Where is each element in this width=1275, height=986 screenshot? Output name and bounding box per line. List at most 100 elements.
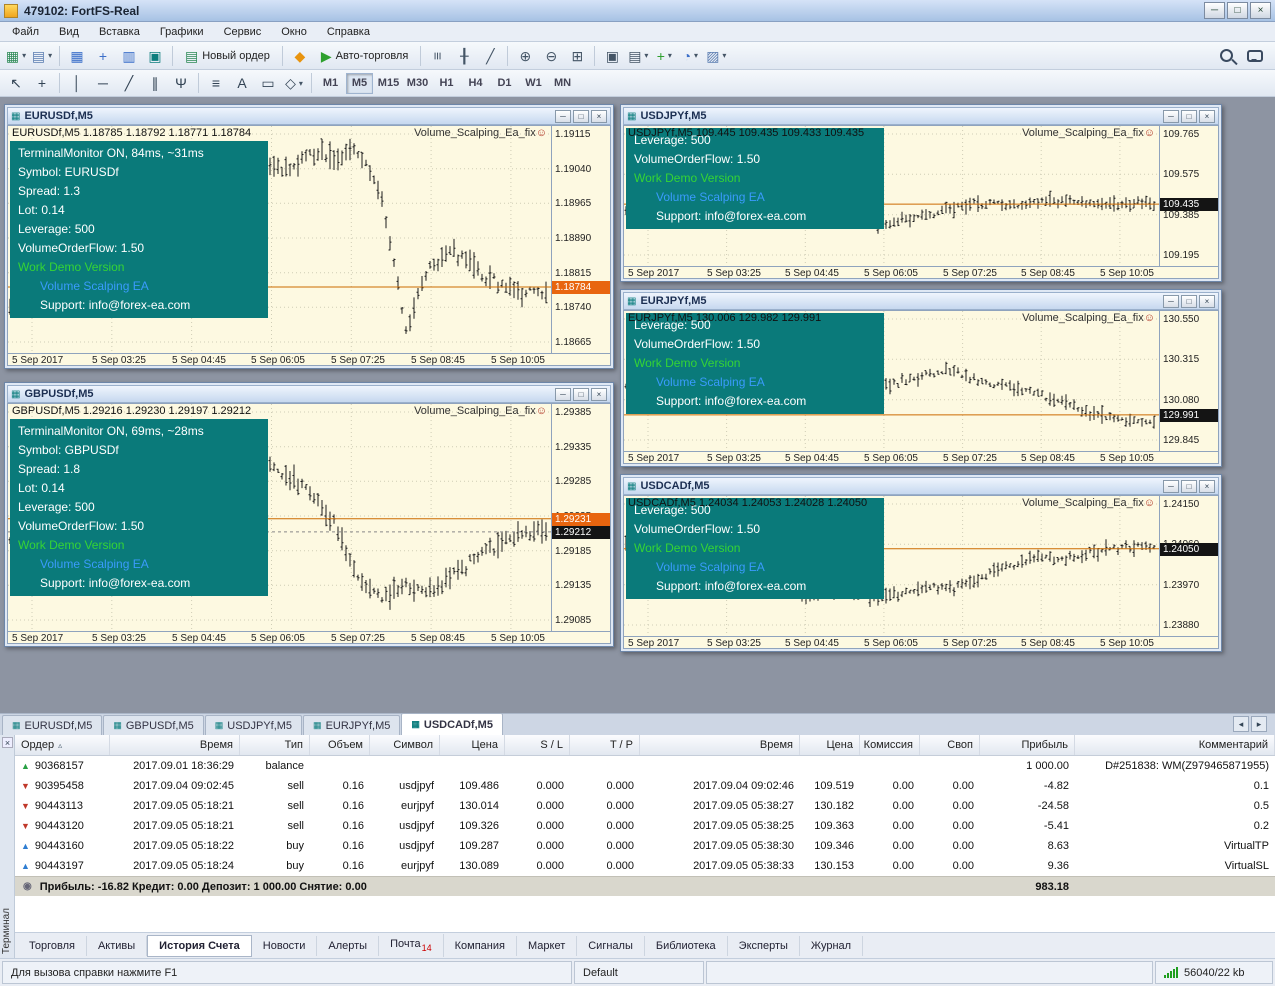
- new-order-button[interactable]: ▤ Новый ордер: [178, 44, 277, 67]
- chart-titlebar[interactable]: ▦ USDCADf,M5 ─ □ ×: [623, 477, 1219, 495]
- history-row[interactable]: ▲ 90368157 2017.09.01 18:36:29 balance 1 000…: [15, 756, 1275, 776]
- terminal-tab-сигналы[interactable]: Сигналы: [577, 935, 645, 956]
- menu-insert[interactable]: Вставка: [89, 24, 150, 40]
- history-row[interactable]: ▼ 90443113 2017.09.05 05:18:21 sell 0.16 eurj…: [15, 796, 1275, 816]
- terminal-tab-новости[interactable]: Новости: [252, 935, 318, 956]
- menu-window[interactable]: Окно: [271, 24, 317, 40]
- titlebar[interactable]: 479102: FortFS-Real ─ □ ×: [0, 0, 1275, 22]
- chart-tab-usdjpyf[interactable]: ▦ USDJPYf,M5: [204, 715, 303, 735]
- chart-tab-eurusdf[interactable]: ▦ EURUSDf,M5: [2, 715, 103, 735]
- chart-tab-eurjpyf[interactable]: ▦ EURJPYf,M5: [303, 715, 401, 735]
- chart-close-button[interactable]: ×: [591, 109, 607, 123]
- tab-scroll-right-icon[interactable]: ▸: [1251, 716, 1267, 732]
- terminal-tab-библиотека[interactable]: Библиотека: [645, 935, 728, 956]
- timeframe-d1-button[interactable]: D1: [491, 73, 518, 94]
- menu-view[interactable]: Вид: [49, 24, 89, 40]
- chart-window-gbpusd[interactable]: ▦ GBPUSDf,M5 ─ □ × TerminalMonitor ON, 69ms, …: [4, 382, 614, 647]
- chart-window-eurjpy[interactable]: ▦ EURJPYf,M5 ─ □ × Leverage: 500 VolumeOrderFl…: [620, 289, 1222, 467]
- column-header-price2[interactable]: Цена: [800, 735, 860, 755]
- search-icon[interactable]: [1220, 49, 1233, 62]
- tab-scroll-left-icon[interactable]: ◂: [1233, 716, 1249, 732]
- trendline-button[interactable]: ╱: [117, 72, 141, 95]
- window-restore-button[interactable]: □: [1227, 2, 1248, 19]
- terminal-tab-журнал[interactable]: Журнал: [800, 935, 864, 956]
- time-axis[interactable]: 5 Sep 2017 5 Sep 03:25 5 Sep 04:45 5 Sep 06…: [624, 451, 1218, 463]
- chart-minimize-button[interactable]: ─: [555, 387, 571, 401]
- menu-help[interactable]: Справка: [317, 24, 380, 40]
- chart-restore-button[interactable]: □: [573, 387, 589, 401]
- chart-plot-area[interactable]: Leverage: 500 VolumeOrderFlow: 1.50 Work D…: [624, 126, 1159, 265]
- timeframe-mn-button[interactable]: MN: [549, 73, 576, 94]
- column-header-sl[interactable]: S / L: [505, 735, 570, 755]
- terminal-tab-эксперты[interactable]: Эксперты: [728, 935, 800, 956]
- periods-button[interactable]: ◔ ▾: [678, 44, 702, 67]
- text-button[interactable]: A: [230, 72, 254, 95]
- terminal-tab-история-счета[interactable]: История Счета: [147, 934, 252, 957]
- indicators-button[interactable]: + ▾: [652, 44, 676, 67]
- profiles-button[interactable]: ▤ ▾: [30, 44, 54, 67]
- terminal-tab-активы[interactable]: Активы: [87, 935, 148, 956]
- crosshair-button[interactable]: +: [30, 72, 54, 95]
- column-header-swap[interactable]: Своп: [920, 735, 980, 755]
- timeframe-m1-button[interactable]: M1: [317, 73, 344, 94]
- chart-titlebar[interactable]: ▦ GBPUSDf,M5 ─ □ ×: [7, 385, 611, 403]
- time-axis[interactable]: 5 Sep 2017 5 Sep 03:25 5 Sep 04:45 5 Sep 06…: [624, 636, 1218, 648]
- market-watch-button[interactable]: ▦: [65, 44, 89, 67]
- vline-button[interactable]: │: [65, 72, 89, 95]
- menu-charts[interactable]: Графики: [150, 24, 214, 40]
- window-close-button[interactable]: ×: [1250, 2, 1271, 19]
- chart-plot-area[interactable]: TerminalMonitor ON, 69ms, ~28ms Symbol: G…: [8, 404, 551, 630]
- shapes-button[interactable]: ◇ ▾: [282, 72, 306, 95]
- cascade-windows-button[interactable]: ▤ ▾: [626, 44, 650, 67]
- templates-button[interactable]: ▨ ▾: [704, 44, 728, 67]
- chart-tab-usdcadf[interactable]: ▦ USDCADf,M5: [401, 713, 503, 735]
- column-header-comment[interactable]: Комментарий: [1075, 735, 1275, 755]
- column-header-profit[interactable]: Прибыль: [980, 735, 1075, 755]
- price-axis[interactable]: 1.293851.293351.292851.292351.291851.291…: [551, 404, 610, 631]
- time-axis[interactable]: 5 Sep 2017 5 Sep 03:25 5 Sep 04:45 5 Sep 06…: [8, 631, 610, 643]
- zoom-out-button[interactable]: ⊖: [539, 44, 563, 67]
- column-header-price[interactable]: Цена: [440, 735, 505, 755]
- window-minimize-button[interactable]: ─: [1204, 2, 1225, 19]
- chart-minimize-button[interactable]: ─: [1163, 294, 1179, 308]
- terminal-tab-торговля[interactable]: Торговля: [18, 935, 87, 956]
- chat-icon[interactable]: [1247, 49, 1263, 62]
- column-header-tp[interactable]: T / P: [570, 735, 640, 755]
- column-header-time[interactable]: Время: [110, 735, 240, 755]
- menu-file[interactable]: Файл: [2, 24, 49, 40]
- chart-titlebar[interactable]: ▦ USDJPYf,M5 ─ □ ×: [623, 107, 1219, 125]
- price-axis[interactable]: 1.19115 1.19040 1.18965 1.18890 1.18815 1.187…: [551, 126, 610, 353]
- label-button[interactable]: ▭: [256, 72, 280, 95]
- chart-minimize-button[interactable]: ─: [555, 109, 571, 123]
- history-row[interactable]: ▲ 90443160 2017.09.05 05:18:22 buy 0.16 usdjp…: [15, 836, 1275, 856]
- chart-minimize-button[interactable]: ─: [1163, 109, 1179, 123]
- metaeditor-button[interactable]: ◆: [288, 44, 312, 67]
- column-header-commission[interactable]: Комиссия: [860, 735, 920, 755]
- terminal-tab-компания[interactable]: Компания: [444, 935, 517, 956]
- hline-button[interactable]: ─: [91, 72, 115, 95]
- chart-window-usdcad[interactable]: ▦ USDCADf,M5 ─ □ × Leverage: 500 VolumeOrderFl…: [620, 474, 1222, 652]
- chart-close-button[interactable]: ×: [1199, 109, 1215, 123]
- data-window-button[interactable]: +: [91, 44, 115, 67]
- new-chart-button[interactable]: ▦ ▾: [4, 44, 28, 67]
- timeframe-h4-button[interactable]: H4: [462, 73, 489, 94]
- chart-close-button[interactable]: ×: [1199, 294, 1215, 308]
- terminal-tab-маркет[interactable]: Маркет: [517, 935, 578, 956]
- history-row[interactable]: ▼ 90443120 2017.09.05 05:18:21 sell 0.16 usdj…: [15, 816, 1275, 836]
- chart-minimize-button[interactable]: ─: [1163, 479, 1179, 493]
- fibonacci-button[interactable]: ≡: [204, 72, 228, 95]
- chart-restore-button[interactable]: □: [1181, 294, 1197, 308]
- zoom-in-button[interactable]: ⊕: [513, 44, 537, 67]
- history-row[interactable]: ▲ 90443197 2017.09.05 05:18:24 buy 0.16 eurjp…: [15, 856, 1275, 876]
- timeframe-h1-button[interactable]: H1: [433, 73, 460, 94]
- column-header-symbol[interactable]: Символ: [370, 735, 440, 755]
- time-axis[interactable]: 5 Sep 2017 5 Sep 03:25 5 Sep 04:45 5 Sep 06…: [624, 266, 1218, 278]
- column-header-time2[interactable]: Время: [640, 735, 800, 755]
- terminal-close-icon[interactable]: ×: [2, 737, 13, 748]
- timeframe-m30-button[interactable]: M30: [404, 73, 431, 94]
- tile-windows-button[interactable]: ⊞: [565, 44, 589, 67]
- chart-close-button[interactable]: ×: [591, 387, 607, 401]
- autotrade-button[interactable]: ▶ Авто-торговля: [314, 44, 415, 67]
- chart-bars-button[interactable]: ≡: [426, 44, 450, 67]
- chart-window-eurusd[interactable]: ▦ EURUSDf,M5 ─ □ × TerminalMonitor ON, 84ms, …: [4, 104, 614, 369]
